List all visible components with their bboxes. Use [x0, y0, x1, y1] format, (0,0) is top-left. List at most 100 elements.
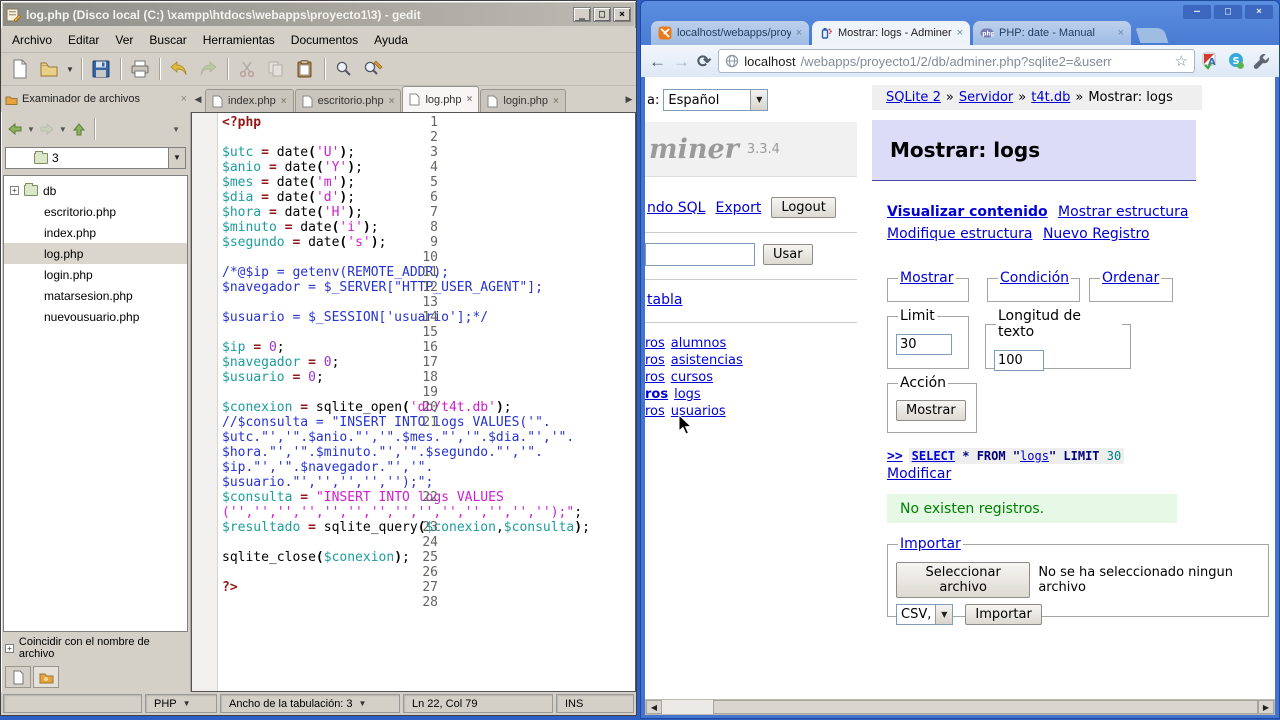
- tab-scroll-right-icon[interactable]: ▶: [622, 86, 636, 112]
- forward-button[interactable]: →: [673, 53, 690, 70]
- sql-history-link[interactable]: >>: [887, 449, 903, 464]
- search-replace-icon[interactable]: [360, 57, 386, 81]
- nav-link-modifique-estructura[interactable]: Modifique estructura: [887, 226, 1032, 242]
- table-link-logs[interactable]: logs: [674, 387, 701, 402]
- select-records-link-cursos[interactable]: ros: [645, 370, 665, 385]
- fieldset-legend-link-condición[interactable]: Condición: [1000, 270, 1069, 286]
- menu-ayuda[interactable]: Ayuda: [367, 30, 415, 50]
- reload-button[interactable]: ⟳: [697, 53, 711, 70]
- folder-combobox-dropdown-icon[interactable]: ▼: [168, 148, 185, 168]
- tab-close-icon[interactable]: ×: [796, 27, 802, 39]
- database-input[interactable]: [645, 243, 755, 266]
- table-link-alumnos[interactable]: alumnos: [671, 336, 726, 351]
- gedit-maximize-button[interactable]: □: [593, 7, 611, 22]
- import-format-select[interactable]: CSV, ▼: [896, 604, 954, 625]
- choose-file-button[interactable]: Seleccionar archivo: [896, 562, 1031, 598]
- text-length-input[interactable]: [994, 350, 1044, 371]
- chevron-down-icon[interactable]: ▼: [750, 90, 768, 110]
- file-tree-item-db[interactable]: + db: [4, 180, 187, 201]
- text-editor-area[interactable]: 1 <?php 2 3 $utc = date('U'); 4 $anio = date('…: [191, 112, 636, 692]
- scroll-left-icon[interactable]: ◀: [646, 700, 662, 714]
- chevron-down-icon[interactable]: ▼: [935, 605, 953, 624]
- file-tree-item-matarsesion.php[interactable]: matarsesion.php: [4, 285, 187, 306]
- menu-editar[interactable]: Editar: [61, 30, 106, 50]
- file-tree-item-nuevousuario.php[interactable]: nuevousuario.php: [4, 306, 187, 327]
- tab-close-icon[interactable]: ×: [389, 96, 395, 107]
- nav-link-mostrar-estructura[interactable]: Mostrar estructura: [1058, 204, 1188, 220]
- search-icon[interactable]: [331, 57, 357, 81]
- breadcrumb-link-t4t-db[interactable]: t4t.db: [1031, 90, 1070, 105]
- document-tab-login.php[interactable]: login.php ×: [480, 89, 566, 112]
- language-select[interactable]: Español ▼: [663, 89, 769, 111]
- translate-extension-icon[interactable]: A: [1202, 52, 1220, 70]
- import-legend-link[interactable]: Importar: [900, 536, 961, 552]
- menu-ver[interactable]: Ver: [108, 30, 140, 50]
- tab-scroll-left-icon[interactable]: ◀: [191, 86, 205, 112]
- document-tab-escritorio.php[interactable]: escritorio.php ×: [294, 89, 402, 112]
- gedit-titlebar[interactable]: log.php (Disco local (C:) \xampp\htdocs\…: [3, 3, 634, 26]
- folder-combobox[interactable]: 3 ▼: [5, 147, 186, 169]
- tab-close-icon[interactable]: ×: [281, 96, 287, 107]
- expander-icon[interactable]: +: [5, 643, 14, 653]
- browser-minimize-button[interactable]: —: [1183, 4, 1211, 19]
- sql-select-link[interactable]: SELECT: [912, 449, 955, 463]
- sql-command-link[interactable]: ndo SQL: [647, 200, 705, 216]
- open-file-icon[interactable]: [36, 57, 62, 81]
- match-filename-row[interactable]: + Coincidir con el nombre de archivo: [3, 632, 188, 664]
- documents-panel-tab[interactable]: [5, 666, 31, 688]
- tab-close-icon[interactable]: ×: [467, 94, 473, 105]
- document-tab-log.php[interactable]: log.php ×: [402, 86, 480, 112]
- nav-forward-icon[interactable]: [37, 117, 57, 141]
- table-link-cursos[interactable]: cursos: [671, 370, 713, 385]
- browser-titlebar[interactable]: — □ ×: [641, 1, 1279, 19]
- back-button[interactable]: ←: [649, 53, 666, 70]
- cut-icon[interactable]: [234, 57, 260, 81]
- copy-icon[interactable]: [263, 57, 289, 81]
- statusbar-tab-width-selector[interactable]: Ancho de la tabulación: 3 ▼: [220, 694, 400, 713]
- breadcrumb-link-sqlite-2[interactable]: SQLite 2: [886, 90, 941, 105]
- file-browser-panel-tab[interactable]: [33, 666, 59, 688]
- new-document-icon[interactable]: [7, 57, 33, 81]
- nav-back-icon[interactable]: [5, 117, 25, 141]
- document-tab-index.php[interactable]: index.php ×: [205, 89, 294, 112]
- select-records-link-logs[interactable]: ros: [645, 387, 668, 402]
- file-tree-item-escritorio.php[interactable]: escritorio.php: [4, 201, 187, 222]
- gedit-minimize-button[interactable]: _: [573, 7, 591, 22]
- file-tree-item-login.php[interactable]: login.php: [4, 264, 187, 285]
- print-icon[interactable]: [127, 57, 153, 81]
- import-button[interactable]: Importar: [965, 604, 1042, 625]
- nav-more-dropdown-icon[interactable]: ▼: [172, 125, 180, 134]
- nav-up-icon[interactable]: [69, 117, 89, 141]
- tab-close-icon[interactable]: ×: [1118, 27, 1124, 39]
- menu-buscar[interactable]: Buscar: [142, 30, 193, 50]
- file-tree-item-index.php[interactable]: index.php: [4, 222, 187, 243]
- browser-tab-xampp[interactable]: localhost/webapps/proy ×: [651, 21, 809, 45]
- nav-forward-dropdown-icon[interactable]: ▼: [59, 125, 67, 134]
- statusbar-language-selector[interactable]: PHP ▼: [145, 694, 217, 713]
- redo-icon[interactable]: [195, 57, 221, 81]
- address-bar[interactable]: localhost/webapps/proyecto1/2/db/adminer…: [718, 49, 1195, 73]
- gedit-close-button[interactable]: ×: [613, 7, 631, 22]
- show-button[interactable]: Mostrar: [896, 400, 966, 421]
- browser-tab-adminer[interactable]: Mostrar: logs - Adminer ×: [812, 21, 970, 45]
- tab-close-icon[interactable]: ×: [957, 27, 963, 39]
- skype-extension-icon[interactable]: S: [1227, 52, 1245, 70]
- scrollbar-track[interactable]: [662, 700, 1258, 714]
- table-link-asistencias[interactable]: asistencias: [671, 353, 743, 368]
- nav-link-visualizar-contenido[interactable]: Visualizar contenido: [887, 204, 1048, 220]
- undo-icon[interactable]: [166, 57, 192, 81]
- export-link[interactable]: Export: [715, 200, 761, 216]
- menu-archivo[interactable]: Archivo: [5, 30, 59, 50]
- new-tab-button[interactable]: [1135, 28, 1169, 43]
- browser-tab-php[interactable]: php PHP: date - Manual ×: [973, 21, 1131, 45]
- side-panel-close-icon[interactable]: ×: [181, 93, 187, 105]
- fieldset-legend-link-mostrar[interactable]: Mostrar: [900, 270, 954, 286]
- select-records-link-alumnos[interactable]: ros: [645, 336, 665, 351]
- select-records-link-usuarios[interactable]: ros: [645, 404, 665, 419]
- file-tree-item-log.php[interactable]: log.php: [4, 243, 187, 264]
- limit-input[interactable]: [896, 334, 952, 355]
- modify-link[interactable]: Modificar: [887, 466, 951, 482]
- fieldset-legend-link-ordenar[interactable]: Ordenar: [1102, 270, 1159, 286]
- horizontal-scrollbar[interactable]: ◀ ▶: [645, 699, 1275, 715]
- browser-maximize-button[interactable]: □: [1214, 4, 1242, 19]
